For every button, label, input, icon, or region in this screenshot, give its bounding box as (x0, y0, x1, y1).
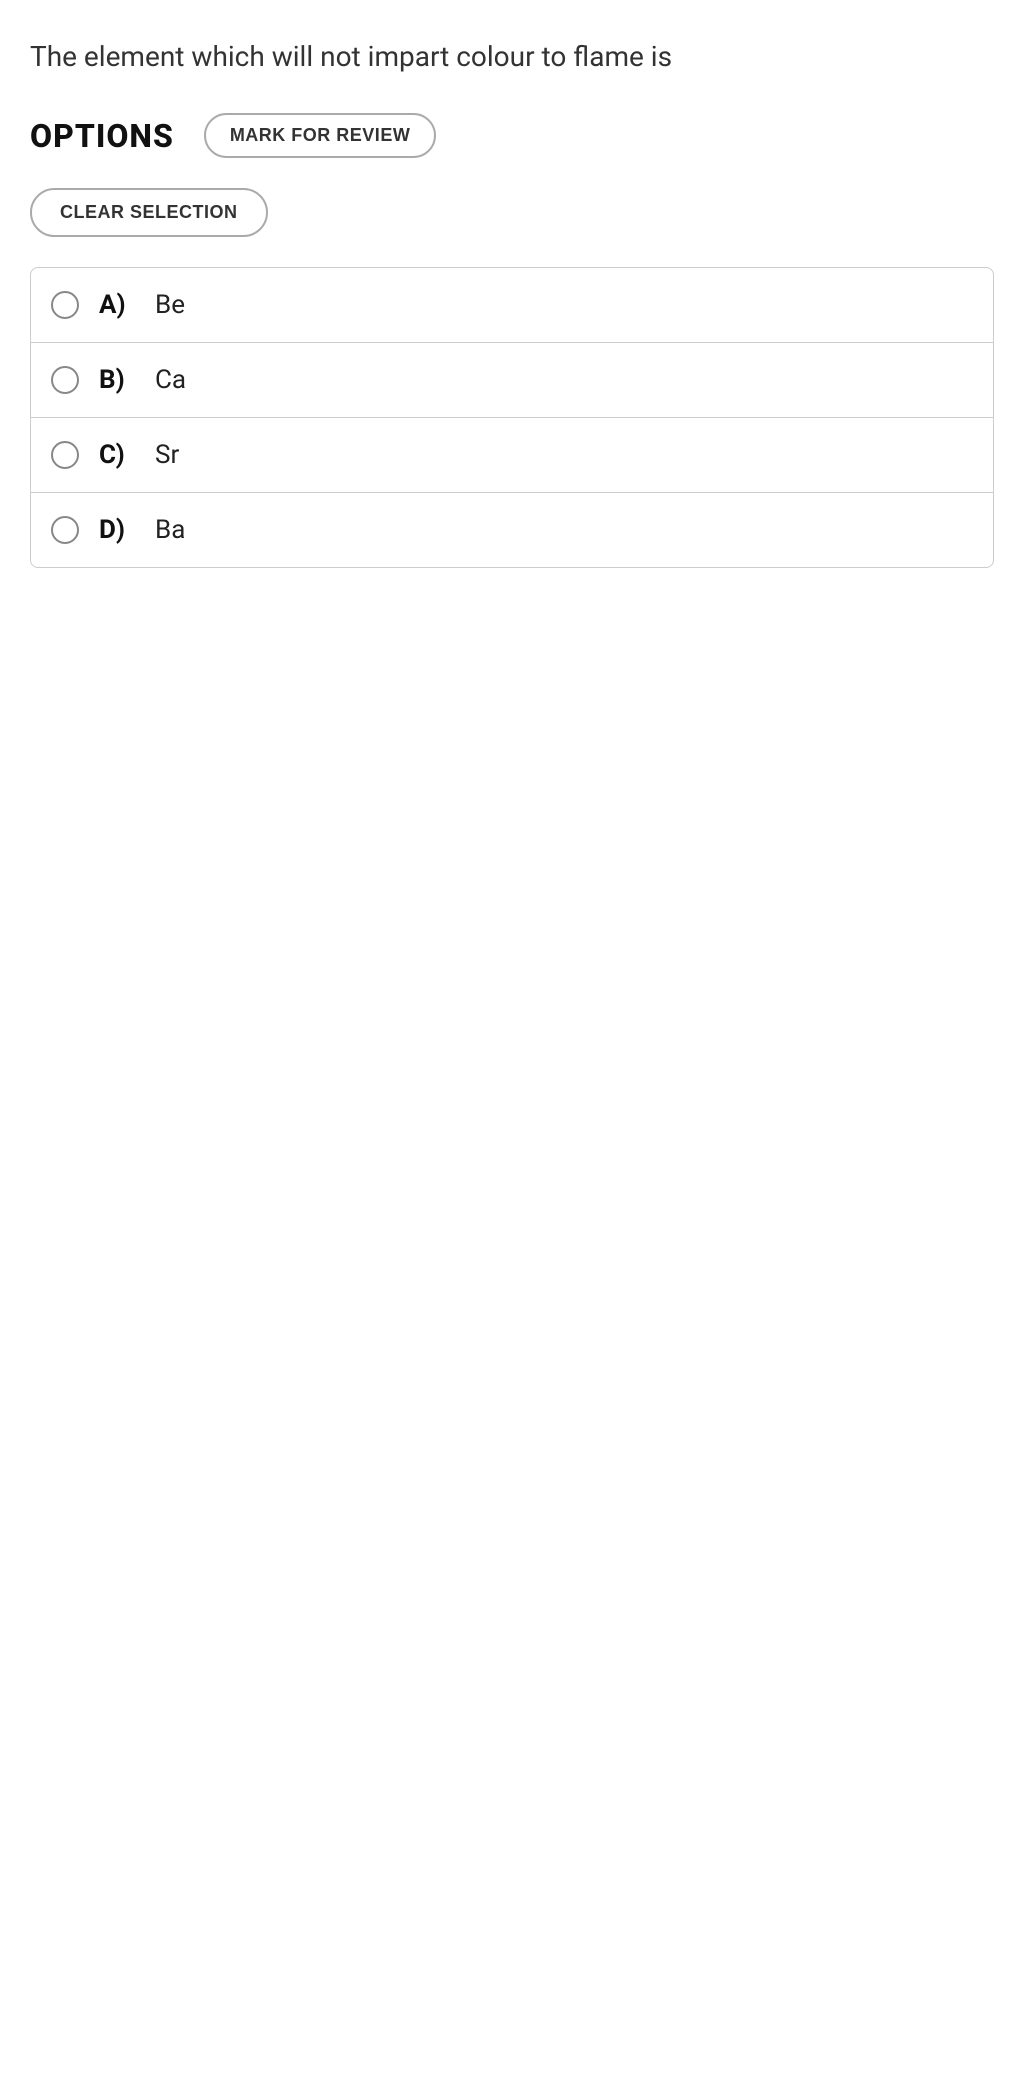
option-value-b: Ca (155, 365, 186, 395)
option-label-a: A) (99, 290, 139, 320)
mark-for-review-button[interactable]: MARK FOR REVIEW (204, 113, 437, 158)
option-label-d: D) (99, 515, 139, 545)
option-value-a: Be (155, 290, 185, 320)
option-value-c: Sr (155, 440, 179, 470)
question-text: The element which will not impart colour… (30, 40, 994, 73)
clear-selection-button[interactable]: CLEAR SELECTION (30, 188, 268, 237)
options-list: A) Be B) Ca C) Sr D) Ba (30, 267, 994, 568)
option-item-d[interactable]: D) Ba (30, 492, 994, 568)
radio-b (51, 366, 79, 394)
option-item-a[interactable]: A) Be (30, 267, 994, 342)
radio-a (51, 291, 79, 319)
option-value-d: Ba (155, 515, 185, 545)
radio-d (51, 516, 79, 544)
option-item-b[interactable]: B) Ca (30, 342, 994, 417)
radio-c (51, 441, 79, 469)
option-label-c: C) (99, 440, 139, 470)
options-label: OPTIONS (30, 117, 174, 155)
option-item-c[interactable]: C) Sr (30, 417, 994, 492)
option-label-b: B) (99, 365, 139, 395)
